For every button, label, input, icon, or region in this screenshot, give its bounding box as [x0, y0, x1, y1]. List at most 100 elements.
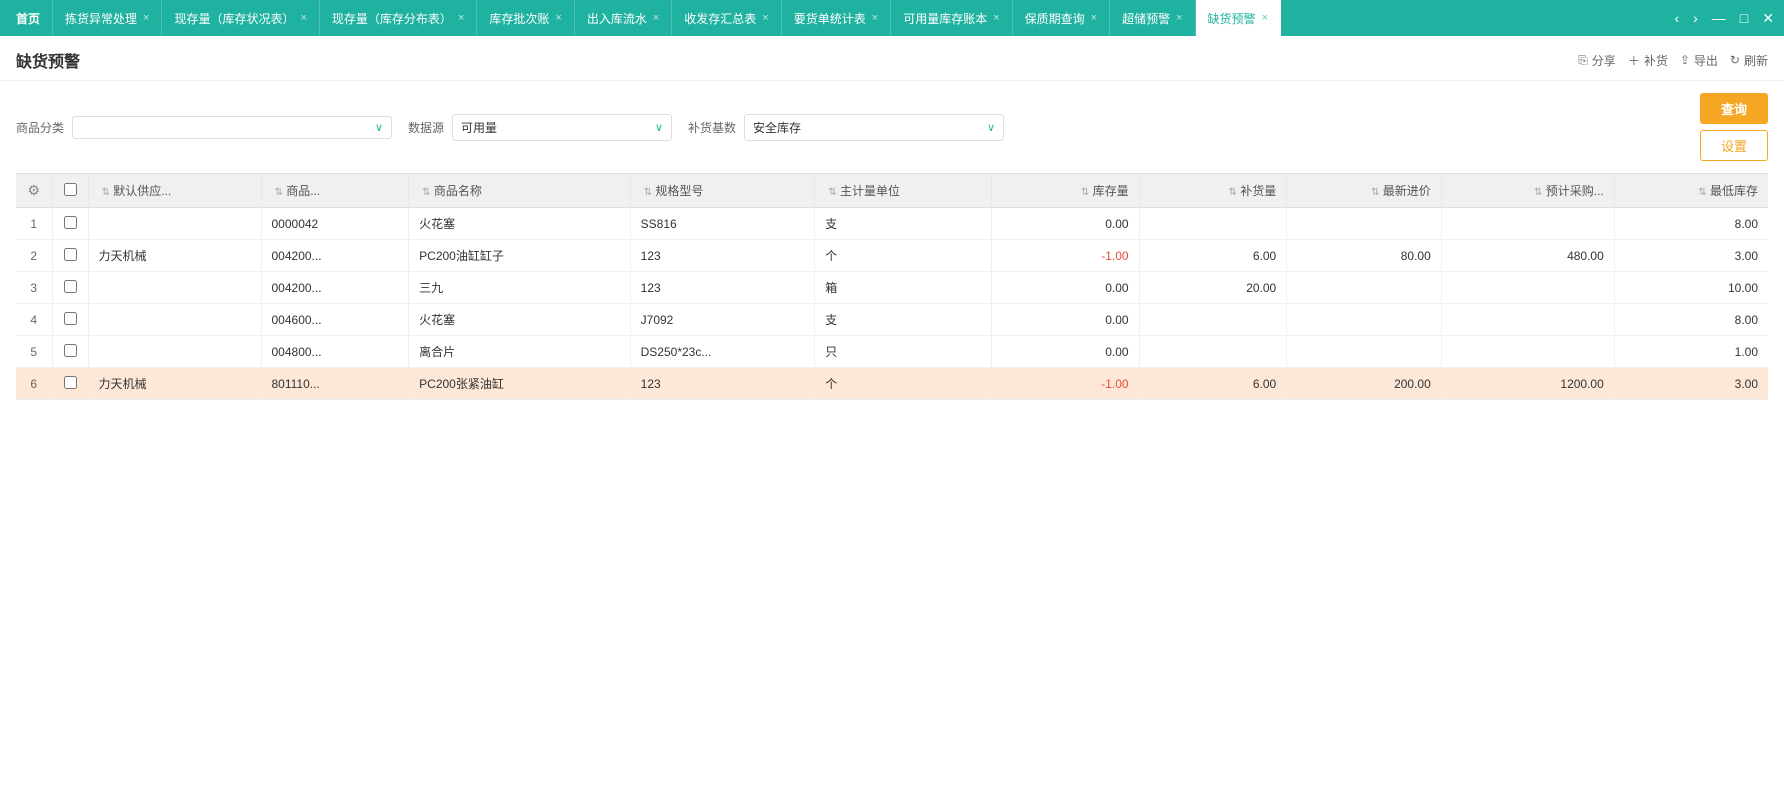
cell-unit: 支 [815, 304, 992, 336]
row-checkbox[interactable] [64, 344, 77, 357]
col-latest-price[interactable]: ⇅ 最新进价 [1287, 174, 1442, 208]
settings-button[interactable]: 设置 [1700, 130, 1768, 161]
main-content: 缺货预警 ⎘ 分享 ＋ 补货 ⇪ 导出 ↻ 刷新 商品分类 [0, 36, 1784, 796]
cell-supplier [88, 272, 261, 304]
cell-replenish-qty [1139, 304, 1287, 336]
tab-shortage[interactable]: 缺货预警× [1196, 0, 1281, 36]
cell-unit: 箱 [815, 272, 992, 304]
row-checkbox[interactable] [64, 248, 77, 261]
page-header: 缺货预警 ⎘ 分享 ＋ 补货 ⇪ 导出 ↻ 刷新 [0, 36, 1784, 81]
tab-close-anomaly[interactable]: × [143, 12, 149, 24]
tab-next-button[interactable]: › [1687, 7, 1704, 29]
row-gear-cell: 4 [16, 304, 52, 336]
cell-product-code: 801110... [261, 368, 409, 400]
gear-icon[interactable]: ⚙ [27, 182, 40, 198]
cell-min-stock: 3.00 [1614, 368, 1768, 400]
cell-latest-price: 200.00 [1287, 368, 1442, 400]
row-checkbox[interactable] [64, 312, 77, 325]
tab-close-batch-ledger[interactable]: × [555, 12, 561, 24]
tab-available-ledger[interactable]: 可用量库存账本 × [891, 0, 1012, 36]
col-product-name[interactable]: ⇅ 商品名称 [409, 174, 630, 208]
tab-bar: 首页拣货异常处理×现存量（库存状况表）×现存量（库存分布表）×库存批次账×出入库… [0, 0, 1784, 36]
tab-label-overstock: 超储预警 [1122, 10, 1170, 27]
tab-label-recv-summary: 收发存汇总表 [684, 10, 756, 27]
tab-home[interactable]: 首页 [4, 0, 53, 36]
col-stock[interactable]: ⇅ 库存量 [991, 174, 1139, 208]
cell-supplier [88, 336, 261, 368]
window-maximize-button[interactable]: □ [1734, 7, 1754, 29]
row-checkbox-cell [52, 304, 88, 336]
share-button[interactable]: ⎘ 分享 [1578, 52, 1616, 69]
tab-inventory-status[interactable]: 现存量（库存状况表） × [162, 0, 319, 36]
col-supplier[interactable]: ⇅ 默认供应... [88, 174, 261, 208]
cell-latest-price [1287, 336, 1442, 368]
tab-recv-summary[interactable]: 收发存汇总表 × [672, 0, 781, 36]
cell-product-name: 离合片 [409, 336, 630, 368]
query-button[interactable]: 查询 [1700, 93, 1768, 124]
category-filter-group: 商品分类 ∨ [16, 116, 392, 139]
col-product-code[interactable]: ⇅ 商品... [261, 174, 409, 208]
tab-inout-flow[interactable]: 出入库流水× [575, 0, 672, 36]
cell-stock: 0.00 [991, 304, 1139, 336]
cell-replenish-qty [1139, 336, 1287, 368]
cell-stock: -1.00 [991, 368, 1139, 400]
sort-icon: ⇅ [828, 187, 836, 198]
col-spec[interactable]: ⇅ 规格型号 [630, 174, 815, 208]
tab-close-recv-summary[interactable]: × [762, 12, 768, 24]
row-checkbox-cell [52, 208, 88, 240]
tab-inventory-dist[interactable]: 现存量（库存分布表）× [320, 0, 477, 36]
table-row: 5004800...离合片DS250*23c...只0.001.00 [16, 336, 1768, 368]
cell-est-purchase [1441, 208, 1614, 240]
tab-close-overstock[interactable]: × [1176, 12, 1182, 24]
cell-min-stock: 1.00 [1614, 336, 1768, 368]
row-gear-cell: 5 [16, 336, 52, 368]
cell-supplier [88, 208, 261, 240]
tab-close-inventory-dist[interactable]: × [458, 12, 464, 24]
tab-close-available-ledger[interactable]: × [993, 12, 999, 24]
cell-supplier [88, 304, 261, 336]
tab-close-expiry-query[interactable]: × [1091, 12, 1097, 24]
export-icon: ⇪ [1680, 53, 1690, 67]
window-minimize-button[interactable]: — [1706, 7, 1732, 29]
cell-latest-price: 80.00 [1287, 240, 1442, 272]
datasource-filter-group: 数据源 可用量 ∨ [408, 114, 672, 141]
tab-overstock[interactable]: 超储预警 × [1110, 0, 1195, 36]
sort-icon: ⇅ [1698, 187, 1706, 198]
tab-prev-button[interactable]: ‹ [1668, 7, 1685, 29]
row-checkbox[interactable] [64, 216, 77, 229]
tab-batch-ledger[interactable]: 库存批次账× [477, 0, 574, 36]
col-unit[interactable]: ⇅ 主计量单位 [815, 174, 992, 208]
datasource-select[interactable]: 可用量 ∨ [452, 114, 672, 141]
window-close-button[interactable]: ✕ [1756, 7, 1780, 29]
datasource-value: 可用量 [461, 119, 497, 136]
col-est-purchase[interactable]: ⇅ 预计采购... [1441, 174, 1614, 208]
tab-label-available-ledger: 可用量库存账本 [903, 10, 987, 27]
cell-stock: 0.00 [991, 336, 1139, 368]
category-select[interactable]: ∨ [72, 116, 392, 139]
sort-icon: ⇅ [644, 187, 652, 198]
replenish-basis-select[interactable]: 安全库存 ∨ [744, 114, 1004, 141]
tab-anomaly[interactable]: 拣货异常处理× [53, 0, 162, 36]
row-checkbox[interactable] [64, 280, 77, 293]
refresh-button[interactable]: ↻ 刷新 [1730, 52, 1768, 69]
tab-close-inventory-status[interactable]: × [300, 12, 306, 24]
cell-spec: DS250*23c... [630, 336, 815, 368]
cell-replenish-qty: 6.00 [1139, 240, 1287, 272]
col-replenish-qty[interactable]: ⇅ 补货量 [1139, 174, 1287, 208]
tab-close-shortage[interactable]: × [1262, 12, 1268, 24]
cell-est-purchase: 480.00 [1441, 240, 1614, 272]
row-checkbox[interactable] [64, 376, 77, 389]
replenish-button[interactable]: ＋ 补货 [1628, 52, 1668, 69]
tab-expiry-query[interactable]: 保质期查询× [1013, 0, 1110, 36]
tab-close-order-stats[interactable]: × [872, 12, 878, 24]
col-min-stock[interactable]: ⇅ 最低库存 [1614, 174, 1768, 208]
cell-est-purchase [1441, 336, 1614, 368]
select-all-checkbox[interactable] [64, 183, 77, 196]
row-checkbox-cell [52, 336, 88, 368]
tab-order-stats[interactable]: 要货单统计表× [782, 0, 891, 36]
tab-label-home: 首页 [16, 10, 40, 27]
tab-label-inventory-status: 现存量（库存状况表） [174, 10, 294, 27]
tab-close-inout-flow[interactable]: × [653, 12, 659, 24]
cell-spec: 123 [630, 272, 815, 304]
export-button[interactable]: ⇪ 导出 [1680, 52, 1718, 69]
